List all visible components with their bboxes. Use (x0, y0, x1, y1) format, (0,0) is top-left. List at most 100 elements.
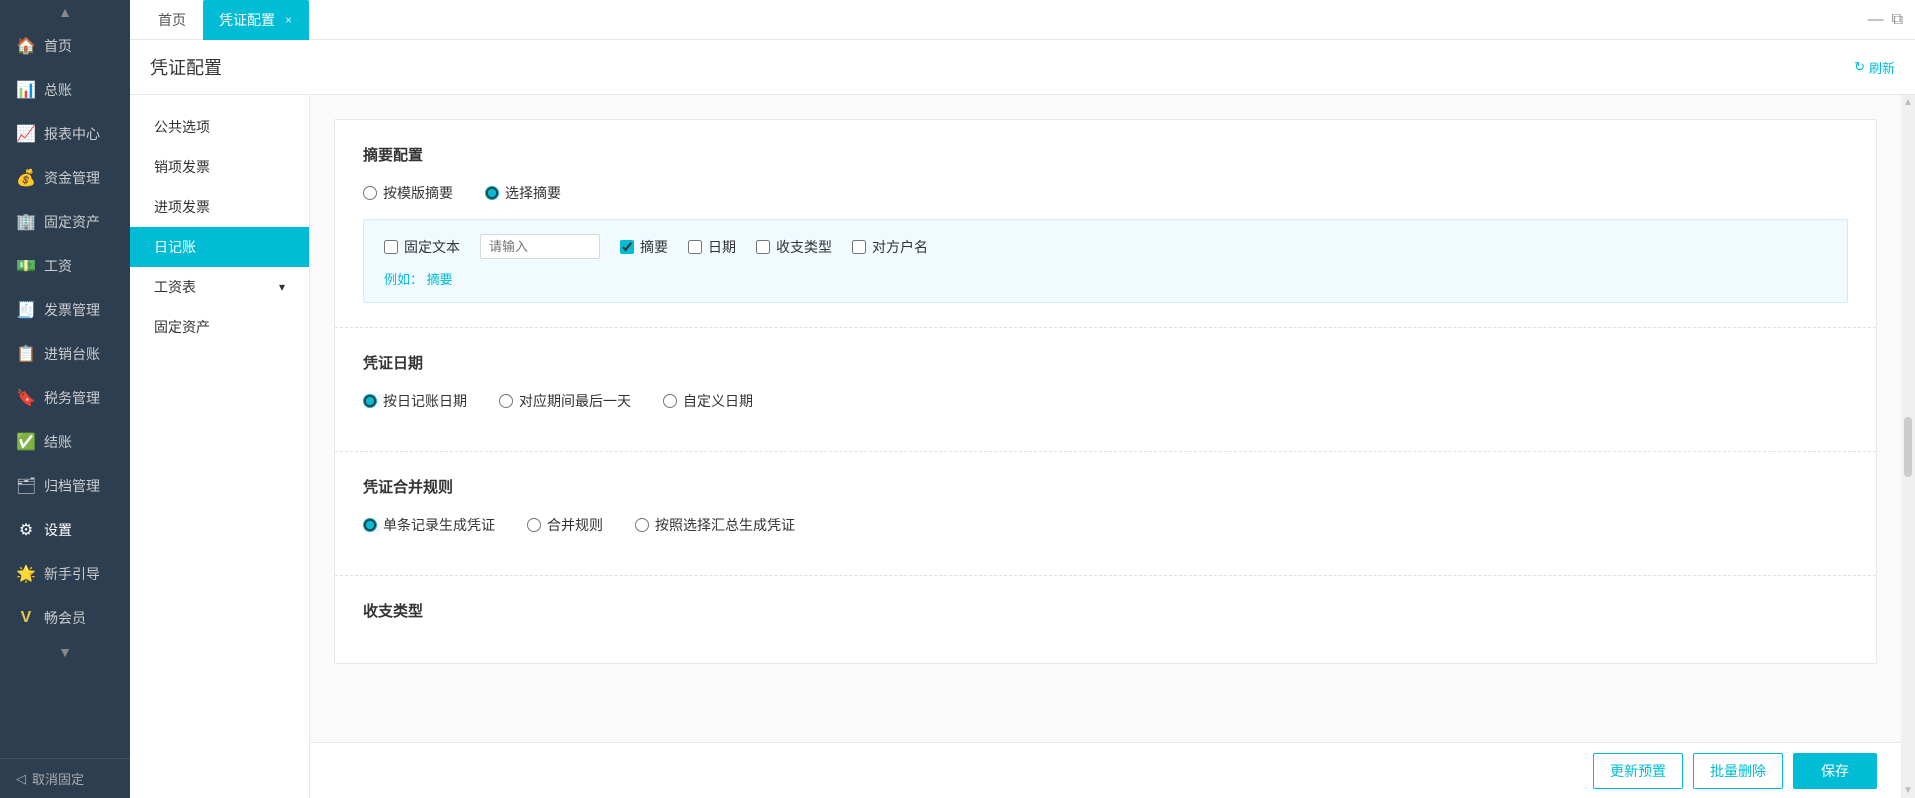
home-icon: 🏠 (16, 36, 36, 56)
window-restore-button[interactable]: ⧉ (1892, 11, 1903, 29)
sidebar-item-tax[interactable]: 🔖 税务管理 (0, 376, 130, 420)
salary-icon: 💵 (16, 256, 36, 276)
nav-item-sales[interactable]: 销项发票 (130, 147, 309, 187)
nav-item-journal[interactable]: 日记账 (130, 227, 309, 267)
bottom-bar: 更新预置 批量删除 保存 (310, 742, 1901, 798)
merge-radio2-input[interactable] (527, 518, 541, 532)
sidebar-item-ledger[interactable]: 📊 总账 (0, 68, 130, 112)
sidebar: ▲ 🏠 首页 📊 总账 📈 报表中心 💰 资金管理 🏢 固定资产 💵 工资 🧾 … (0, 0, 130, 798)
summary-radio-select-input[interactable] (485, 186, 499, 200)
archive-icon: 🗂 (16, 476, 36, 496)
summary-section-title: 摘要配置 (363, 144, 1848, 165)
page-title: 凭证配置 (150, 54, 222, 80)
funds-icon: 💰 (16, 168, 36, 188)
sidebar-item-settings[interactable]: ⚙ 设置 (0, 508, 130, 552)
sidebar-scroll-down[interactable]: ▼ (0, 640, 130, 664)
save-button[interactable]: 保存 (1793, 753, 1877, 789)
checkbox-date-input[interactable] (688, 240, 702, 254)
fixed-text-input[interactable] (480, 234, 600, 259)
sidebar-item-home[interactable]: 🏠 首页 (0, 24, 130, 68)
merge-radio3[interactable]: 按照选择汇总生成凭证 (635, 515, 795, 535)
voucher-date-radio3-input[interactable] (663, 394, 677, 408)
content-layout: 公共选项 销项发票 进项发票 日记账 工资表 ▾ 固定资产 (130, 95, 1915, 798)
tab-bar: 首页 凭证配置 × — ⧉ (130, 0, 1915, 40)
page-header: 凭证配置 ↻ 刷新 (130, 40, 1915, 95)
checkbox-summary[interactable]: 摘要 (620, 237, 668, 257)
scroll-down-arrow[interactable]: ▼ (1903, 785, 1913, 796)
nav-item-purchase[interactable]: 进项发票 (130, 187, 309, 227)
merge-radio2[interactable]: 合并规则 (527, 515, 603, 535)
scroll-thumb[interactable] (1904, 417, 1912, 477)
checkout-icon: ✅ (16, 432, 36, 452)
merge-rules-block: 凭证合并规则 单条记录生成凭证 合并规则 (335, 452, 1876, 575)
invoice-icon: 🧾 (16, 300, 36, 320)
scroll-indicator: ▲ ▼ (1901, 95, 1915, 798)
summary-radio-template-input[interactable] (363, 186, 377, 200)
summary-config-block: 摘要配置 按模版摘要 选择摘要 (335, 120, 1876, 327)
voucher-date-radio2[interactable]: 对应期间最后一天 (499, 391, 631, 411)
config-section: 摘要配置 按模版摘要 选择摘要 (334, 119, 1877, 664)
summary-radio-group: 按模版摘要 选择摘要 (363, 183, 1848, 203)
merge-radio1[interactable]: 单条记录生成凭证 (363, 515, 495, 535)
reports-icon: 📈 (16, 124, 36, 144)
settings-icon: ⚙ (16, 520, 36, 540)
window-controls: — ⧉ (1868, 11, 1903, 29)
summary-radio-template[interactable]: 按模版摘要 (363, 183, 453, 203)
voucher-date-radio2-input[interactable] (499, 394, 513, 408)
sidebar-item-reports[interactable]: 📈 报表中心 (0, 112, 130, 156)
checkbox-config-area: 固定文本 摘要 日期 (363, 219, 1848, 303)
income-type-title: 收支类型 (363, 600, 1848, 621)
sidebar-item-invoice[interactable]: 🧾 发票管理 (0, 288, 130, 332)
ledger-icon: 📊 (16, 80, 36, 100)
ledger2-icon: 📋 (16, 344, 36, 364)
voucher-date-radio1-input[interactable] (363, 394, 377, 408)
checkbox-counterparty-input[interactable] (852, 240, 866, 254)
merge-radio3-input[interactable] (635, 518, 649, 532)
checkbox-income-type-input[interactable] (756, 240, 770, 254)
batch-delete-button[interactable]: 批量删除 (1693, 753, 1783, 789)
voucher-date-radio-group: 按日记账日期 对应期间最后一天 自定义日期 (363, 391, 1848, 411)
tab-voucher-config[interactable]: 凭证配置 × (203, 0, 309, 40)
sidebar-item-assets[interactable]: 🏢 固定资产 (0, 200, 130, 244)
merge-rules-title: 凭证合并规则 (363, 476, 1848, 497)
tax-icon: 🔖 (16, 388, 36, 408)
refresh-icon: ↻ (1854, 59, 1865, 75)
checkbox-fixed-text-input[interactable] (384, 240, 398, 254)
nav-item-assets[interactable]: 固定资产 (130, 307, 309, 347)
checkbox-income-type[interactable]: 收支类型 (756, 237, 832, 257)
sidebar-item-ledger2[interactable]: 📋 进销台账 (0, 332, 130, 376)
nav-item-public[interactable]: 公共选项 (130, 107, 309, 147)
nav-item-salary[interactable]: 工资表 ▾ (130, 267, 309, 307)
checkbox-summary-input[interactable] (620, 240, 634, 254)
sidebar-item-funds[interactable]: 💰 资金管理 (0, 156, 130, 200)
sidebar-scroll-up[interactable]: ▲ (0, 0, 130, 24)
checkbox-counterparty[interactable]: 对方户名 (852, 237, 928, 257)
voucher-date-radio1[interactable]: 按日记账日期 (363, 391, 467, 411)
right-content: 摘要配置 按模版摘要 选择摘要 (310, 95, 1901, 742)
voucher-date-radio3[interactable]: 自定义日期 (663, 391, 753, 411)
update-preview-button[interactable]: 更新预置 (1593, 753, 1683, 789)
summary-radio-select[interactable]: 选择摘要 (485, 183, 561, 203)
window-minimize-button[interactable]: — (1868, 11, 1884, 29)
merge-rules-radio-group: 单条记录生成凭证 合并规则 按照选择汇总生成凭证 (363, 515, 1848, 535)
member-icon: V (16, 609, 36, 627)
tab-home[interactable]: 首页 (142, 0, 203, 40)
sidebar-item-member[interactable]: V 畅会员 (0, 596, 130, 640)
sidebar-item-checkout[interactable]: ✅ 结账 (0, 420, 130, 464)
chevron-down-icon: ▾ (279, 280, 285, 294)
tab-close-icon[interactable]: × (285, 13, 292, 27)
merge-radio1-input[interactable] (363, 518, 377, 532)
guide-icon: 🌟 (16, 564, 36, 584)
main-area: 首页 凭证配置 × — ⧉ 凭证配置 ↻ 刷新 公共选项 销项发票 进 (130, 0, 1915, 798)
assets-icon: 🏢 (16, 212, 36, 232)
sidebar-item-archive[interactable]: 🗂 归档管理 (0, 464, 130, 508)
sidebar-item-guide[interactable]: 🌟 新手引导 (0, 552, 130, 596)
checkbox-date[interactable]: 日期 (688, 237, 736, 257)
sidebar-unpin-button[interactable]: ◁ 取消固定 (0, 758, 130, 798)
refresh-button[interactable]: ↻ 刷新 (1854, 58, 1895, 77)
voucher-date-title: 凭证日期 (363, 352, 1848, 373)
sidebar-item-salary[interactable]: 💵 工资 (0, 244, 130, 288)
checkbox-fixed-text[interactable]: 固定文本 (384, 237, 460, 257)
scroll-up-arrow[interactable]: ▲ (1903, 97, 1913, 108)
checkbox-row: 固定文本 摘要 日期 (384, 234, 1827, 259)
